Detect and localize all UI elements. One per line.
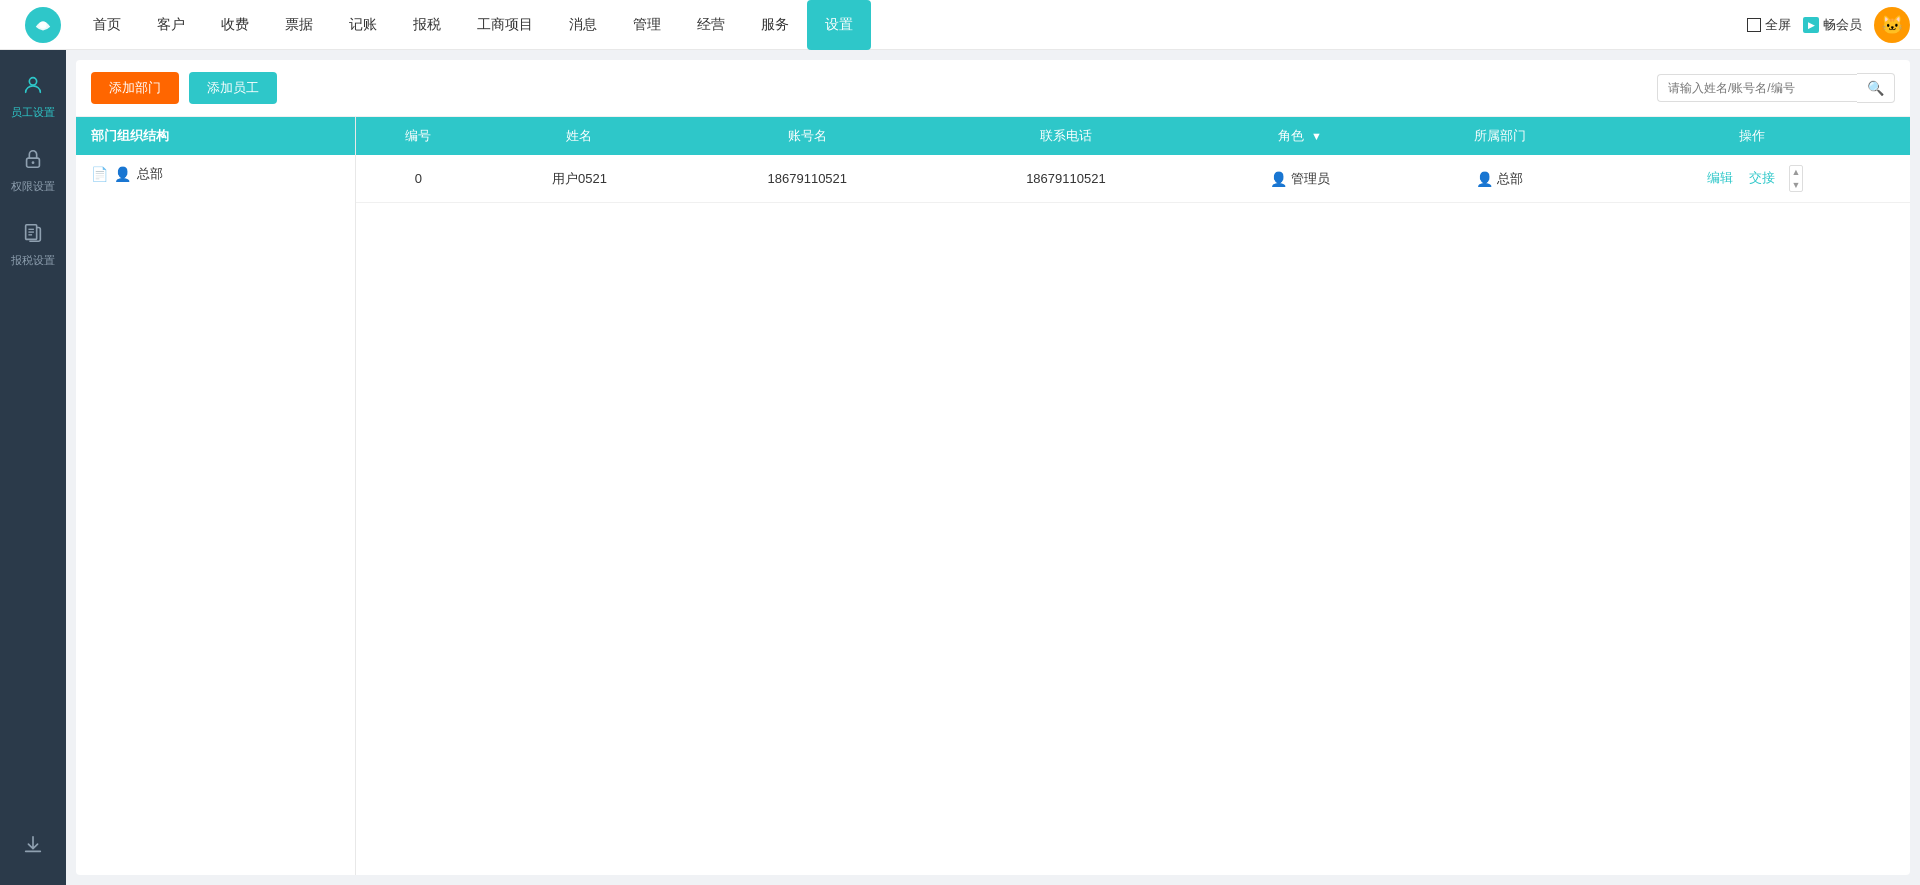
- dept-tree-item-general[interactable]: 📄 👤 总部: [76, 155, 355, 193]
- col-header-dept: 所属部门: [1405, 117, 1595, 155]
- cell-phone: 18679110521: [937, 155, 1196, 203]
- cell-actions: 编辑 交接 ▲ ▼: [1595, 155, 1910, 203]
- role-filter-icon[interactable]: ▼: [1311, 130, 1322, 142]
- cell-role: 👤 管理员: [1195, 155, 1405, 203]
- search-input[interactable]: [1657, 74, 1857, 102]
- sidebar-item-permission-label: 权限设置: [11, 179, 55, 194]
- nav-settings[interactable]: 设置: [807, 0, 871, 50]
- nav-operation[interactable]: 经营: [679, 0, 743, 50]
- scroll-arrows: ▲ ▼: [1789, 165, 1804, 192]
- table-row: 0 用户0521 18679110521 18679110521 👤 管理员: [356, 155, 1910, 203]
- col-header-account: 账号名: [678, 117, 937, 155]
- employee-icon: [22, 74, 44, 101]
- main-layout: 员工设置 权限设置 报税设置: [0, 50, 1920, 885]
- taxsetting-icon: [22, 222, 44, 249]
- dept-user-icon: 👤: [114, 166, 131, 182]
- col-header-action: 操作: [1595, 117, 1910, 155]
- svg-point-1: [39, 21, 46, 28]
- search-area: 🔍: [1657, 73, 1895, 103]
- vip-icon: ▶: [1803, 17, 1819, 33]
- nav-charge[interactable]: 收费: [203, 0, 267, 50]
- dept-value: 总部: [1497, 170, 1523, 188]
- add-staff-button[interactable]: 添加员工: [189, 72, 277, 104]
- sidebar-item-download[interactable]: [0, 820, 66, 875]
- col-header-phone: 联系电话: [937, 117, 1196, 155]
- col-role-label: 角色: [1278, 128, 1304, 143]
- transfer-button[interactable]: 交接: [1743, 167, 1781, 189]
- vip-label: 畅会员: [1823, 16, 1862, 34]
- cell-name: 用户0521: [481, 155, 678, 203]
- nav-menu: 首页 客户 收费 票据 记账 报税 工商项目 消息 管理 经营 服务 设置: [75, 0, 1747, 50]
- sidebar-item-permission[interactable]: 权限设置: [0, 134, 66, 208]
- sidebar: 员工设置 权限设置 报税设置: [0, 50, 66, 885]
- vip-button[interactable]: ▶ 畅会员: [1803, 16, 1862, 34]
- logo[interactable]: [10, 7, 75, 43]
- role-value: 管理员: [1291, 170, 1330, 188]
- fullscreen-label: 全屏: [1765, 16, 1791, 34]
- nav-tax[interactable]: 报税: [395, 0, 459, 50]
- dept-tree-header: 部门组织结构: [76, 117, 355, 155]
- col-header-code: 编号: [356, 117, 481, 155]
- add-department-button[interactable]: 添加部门: [91, 72, 179, 104]
- cell-code: 0: [356, 155, 481, 203]
- scroll-up-icon[interactable]: ▲: [1792, 166, 1801, 179]
- cell-account: 18679110521: [678, 155, 937, 203]
- nav-right-area: 全屏 ▶ 畅会员 🐱: [1747, 7, 1910, 43]
- department-tree: 部门组织结构 📄 👤 总部: [76, 117, 356, 875]
- fullscreen-button[interactable]: 全屏: [1747, 16, 1791, 34]
- edit-button[interactable]: 编辑: [1701, 167, 1739, 189]
- search-icon: 🔍: [1867, 80, 1884, 96]
- content-area: 添加部门 添加员工 🔍 部门组织结构 📄 👤 总部: [66, 50, 1920, 885]
- download-icon: [22, 834, 44, 861]
- col-header-name: 姓名: [481, 117, 678, 155]
- nav-service[interactable]: 服务: [743, 0, 807, 50]
- sidebar-item-employee-label: 员工设置: [11, 105, 55, 120]
- cell-dept: 👤 总部: [1405, 155, 1595, 203]
- nav-manage[interactable]: 管理: [615, 0, 679, 50]
- svg-point-4: [32, 161, 35, 164]
- nav-business[interactable]: 工商项目: [459, 0, 551, 50]
- nav-home[interactable]: 首页: [75, 0, 139, 50]
- file-icon: 📄: [91, 166, 108, 182]
- nav-customer[interactable]: 客户: [139, 0, 203, 50]
- role-user-icon: 👤: [1270, 171, 1287, 187]
- dept-item-label: 总部: [137, 165, 163, 183]
- sidebar-item-taxsetting[interactable]: 报税设置: [0, 208, 66, 282]
- nav-message[interactable]: 消息: [551, 0, 615, 50]
- svg-point-2: [29, 78, 36, 85]
- sidebar-bottom: [0, 820, 66, 885]
- dept-user-icon-cell: 👤: [1476, 171, 1493, 187]
- content-panel: 添加部门 添加员工 🔍 部门组织结构 📄 👤 总部: [76, 60, 1910, 875]
- top-navigation: 首页 客户 收费 票据 记账 报税 工商项目 消息 管理 经营 服务 设置 全屏…: [0, 0, 1920, 50]
- search-button[interactable]: 🔍: [1857, 73, 1895, 103]
- sidebar-item-employee[interactable]: 员工设置: [0, 60, 66, 134]
- table-area: 部门组织结构 📄 👤 总部 编号 姓名 账号名: [76, 117, 1910, 875]
- permission-icon: [22, 148, 44, 175]
- employee-table: 编号 姓名 账号名 联系电话 角色 ▼ 所属部门 操作: [356, 117, 1910, 203]
- col-header-role[interactable]: 角色 ▼: [1195, 117, 1405, 155]
- user-avatar[interactable]: 🐱: [1874, 7, 1910, 43]
- employee-table-container: 编号 姓名 账号名 联系电话 角色 ▼ 所属部门 操作: [356, 117, 1910, 875]
- nav-accounting[interactable]: 记账: [331, 0, 395, 50]
- fullscreen-icon: [1747, 18, 1761, 32]
- scroll-down-icon[interactable]: ▼: [1792, 179, 1801, 192]
- toolbar: 添加部门 添加员工 🔍: [76, 60, 1910, 117]
- sidebar-item-taxsetting-label: 报税设置: [11, 253, 55, 268]
- nav-bill[interactable]: 票据: [267, 0, 331, 50]
